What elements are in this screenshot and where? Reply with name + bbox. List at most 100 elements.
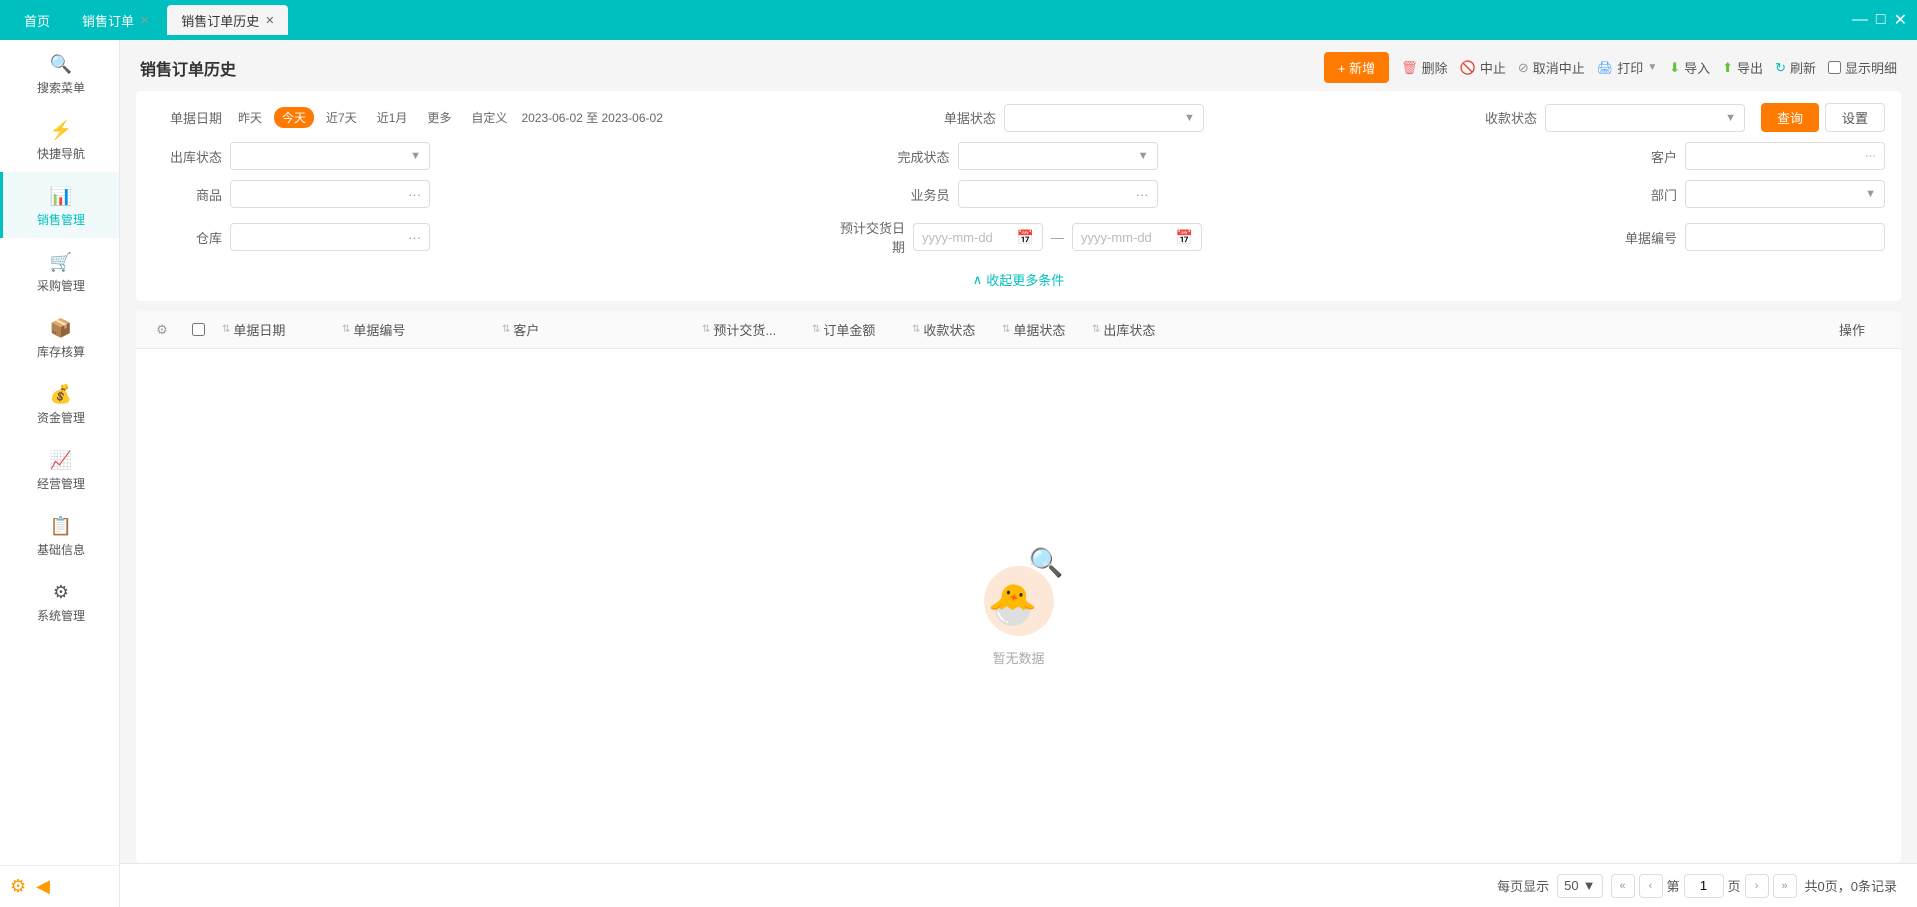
per-page-select[interactable]: 50 ▼ <box>1557 874 1602 898</box>
delete-button[interactable]: 🗑 删除 <box>1401 58 1448 77</box>
order-no-input[interactable] <box>1685 223 1885 251</box>
new-button[interactable]: + 新增 <box>1324 52 1389 83</box>
col-amount[interactable]: ⇅ 订单金额 <box>806 320 906 339</box>
sort-icon-status: ⇅ <box>1002 324 1010 335</box>
select-all-input[interactable] <box>192 323 205 336</box>
cancel-stop-button[interactable]: ⊘ 取消中止 <box>1518 58 1585 77</box>
table-header: ⚙ ⇅ 单据日期 ⇅ 单据编号 ⇅ 客户 ⇅ 预计交货. <box>136 311 1901 349</box>
main-layout: 🔍 搜索菜单 ⚡ 快捷导航 📊 销售管理 🛒 采购管理 📦 库存核算 💰 资金管… <box>0 40 1917 907</box>
nav-icon: ⚡ <box>50 120 72 141</box>
sidebar-item-basic[interactable]: 📋 基础信息 <box>0 502 119 568</box>
sidebar-item-purchase[interactable]: 🛒 采购管理 <box>0 238 119 304</box>
customer-select[interactable]: ··· <box>1685 142 1885 170</box>
query-button[interactable]: 查询 <box>1761 103 1819 132</box>
page-header: 销售订单历史 + 新增 🗑 删除 🚫 中止 ⊘ 取消中止 🖨 打印 <box>120 40 1917 91</box>
show-detail-checkbox[interactable] <box>1828 61 1841 74</box>
col-customer[interactable]: ⇅ 客户 <box>496 320 696 339</box>
last-page-btn[interactable]: » <box>1773 874 1797 898</box>
export-button[interactable]: ⬆ 导出 <box>1722 58 1763 77</box>
tab-sales-order-label: 销售订单 <box>82 11 134 30</box>
maximize-btn[interactable]: □ <box>1876 11 1886 29</box>
collapse-sidebar-icon[interactable]: ◀ <box>36 876 50 897</box>
warehouse-select[interactable]: ··· <box>230 223 430 251</box>
print-button[interactable]: 🖨 打印 ▼ <box>1597 58 1657 77</box>
date-opt-1month[interactable]: 近1月 <box>369 107 416 128</box>
stock-out-select[interactable]: ▼ <box>230 142 430 170</box>
dept-label: 部门 <box>1607 185 1677 204</box>
complete-select[interactable]: ▼ <box>958 142 1158 170</box>
print-label: 打印 <box>1617 58 1643 77</box>
empty-dots: - - - <box>1030 556 1054 570</box>
close-btn[interactable]: ✕ <box>1894 10 1907 30</box>
col-order[interactable]: ⇅ 单据编号 <box>336 320 496 339</box>
page-nav: « ‹ 第 页 › » <box>1611 874 1797 898</box>
finance-icon: 💰 <box>50 384 72 405</box>
delivery-date-end[interactable]: yyyy-mm-dd 📅 <box>1072 223 1202 251</box>
date-label: 单据日期 <box>152 108 222 127</box>
dept-select[interactable]: ▼ <box>1685 180 1885 208</box>
sort-icon-customer: ⇅ <box>502 324 510 335</box>
page-title: 销售订单历史 <box>140 56 1324 80</box>
stop-icon: 🚫 <box>1460 60 1476 76</box>
sidebar-item-sales[interactable]: 📊 销售管理 <box>0 172 119 238</box>
date-filter-value: 昨天 今天 近7天 近1月 更多 自定义 2023-06-02 至 2023-0… <box>230 107 663 128</box>
sidebar-item-finance[interactable]: 💰 资金管理 <box>0 370 119 436</box>
tab-sales-history-close[interactable]: ✕ <box>265 14 274 27</box>
customer-label: 客户 <box>1607 147 1677 166</box>
receipt-status-label: 收款状态 <box>1467 108 1537 127</box>
total-label: 共0页，0条记录 <box>1805 876 1897 895</box>
sidebar-business-label: 经营管理 <box>37 475 85 492</box>
pagination-bar: 每页显示 50 ▼ « ‹ 第 页 › » 共0页，0条记录 <box>120 863 1917 907</box>
filter-row-1: 单据日期 昨天 今天 近7天 近1月 更多 自定义 2023-06-02 至 2… <box>152 103 1885 132</box>
table-wrap: ⚙ ⇅ 单据日期 ⇅ 单据编号 ⇅ 客户 ⇅ 预计交货. <box>136 311 1901 863</box>
salesperson-select[interactable]: ··· <box>958 180 1158 208</box>
collapse-filter-row[interactable]: ∧ 收起更多条件 <box>152 266 1885 289</box>
sidebar-item-business[interactable]: 📈 经营管理 <box>0 436 119 502</box>
system-icon: ⚙ <box>53 582 69 603</box>
date-opt-yesterday[interactable]: 昨天 <box>230 107 270 128</box>
date-opt-7days[interactable]: 近7天 <box>318 107 365 128</box>
col-date-label: 单据日期 <box>233 320 285 339</box>
date-opt-more[interactable]: 更多 <box>419 107 459 128</box>
settings-filter-button[interactable]: 设置 <box>1825 103 1885 132</box>
minimize-btn[interactable]: — <box>1852 11 1868 29</box>
sidebar-item-inventory[interactable]: 📦 库存核算 <box>0 304 119 370</box>
tab-sales-order[interactable]: 销售订单 ✕ <box>68 5 163 35</box>
col-date[interactable]: ⇅ 单据日期 <box>216 320 336 339</box>
col-receipt[interactable]: ⇅ 收款状态 <box>906 320 996 339</box>
sidebar-item-system[interactable]: ⚙ 系统管理 <box>0 568 119 634</box>
prev-page-btn[interactable]: ‹ <box>1639 874 1663 898</box>
product-select[interactable]: ··· <box>230 180 430 208</box>
date-opt-today[interactable]: 今天 <box>274 107 314 128</box>
show-detail-toggle[interactable]: 显示明细 <box>1828 58 1897 77</box>
date-opt-custom[interactable]: 自定义 <box>463 107 515 128</box>
tab-sales-history[interactable]: 销售订单历史 ✕ <box>167 5 288 35</box>
col-delivery-label: 预计交货... <box>713 320 776 339</box>
stop-button[interactable]: 🚫 中止 <box>1460 58 1506 77</box>
print-arrow: ▼ <box>1647 62 1657 73</box>
receipt-status-select[interactable]: ▼ <box>1545 104 1745 132</box>
select-all-checkbox[interactable] <box>180 323 216 336</box>
purchase-icon: 🛒 <box>50 252 72 273</box>
empty-char: 🐣 <box>988 581 1038 628</box>
col-action: 操作 <box>1833 320 1893 339</box>
tab-sales-order-close[interactable]: ✕ <box>140 14 149 27</box>
show-detail-label: 显示明细 <box>1845 58 1897 77</box>
sidebar-item-nav[interactable]: ⚡ 快捷导航 <box>0 106 119 172</box>
order-status-select[interactable]: ▼ <box>1004 104 1204 132</box>
col-status[interactable]: ⇅ 单据状态 <box>996 320 1086 339</box>
settings-bottom-icon[interactable]: ⚙ <box>10 876 26 897</box>
delivery-date-start[interactable]: yyyy-mm-dd 📅 <box>913 223 1043 251</box>
column-settings-btn[interactable]: ⚙ <box>144 322 180 338</box>
customer-dots: ··· <box>1865 150 1876 162</box>
refresh-button[interactable]: ↻ 刷新 <box>1775 58 1816 77</box>
col-delivery[interactable]: ⇅ 预计交货... <box>696 320 806 339</box>
first-page-btn[interactable]: « <box>1611 874 1635 898</box>
top-bar: 首页 销售订单 ✕ 销售订单历史 ✕ — □ ✕ <box>0 0 1917 40</box>
tab-home[interactable]: 首页 <box>10 5 64 35</box>
next-page-btn[interactable]: › <box>1745 874 1769 898</box>
sidebar-item-search[interactable]: 🔍 搜索菜单 <box>0 40 119 106</box>
col-stock[interactable]: ⇅ 出库状态 <box>1086 320 1176 339</box>
page-number-input[interactable] <box>1684 874 1724 898</box>
import-button[interactable]: ⬇ 导入 <box>1669 58 1710 77</box>
